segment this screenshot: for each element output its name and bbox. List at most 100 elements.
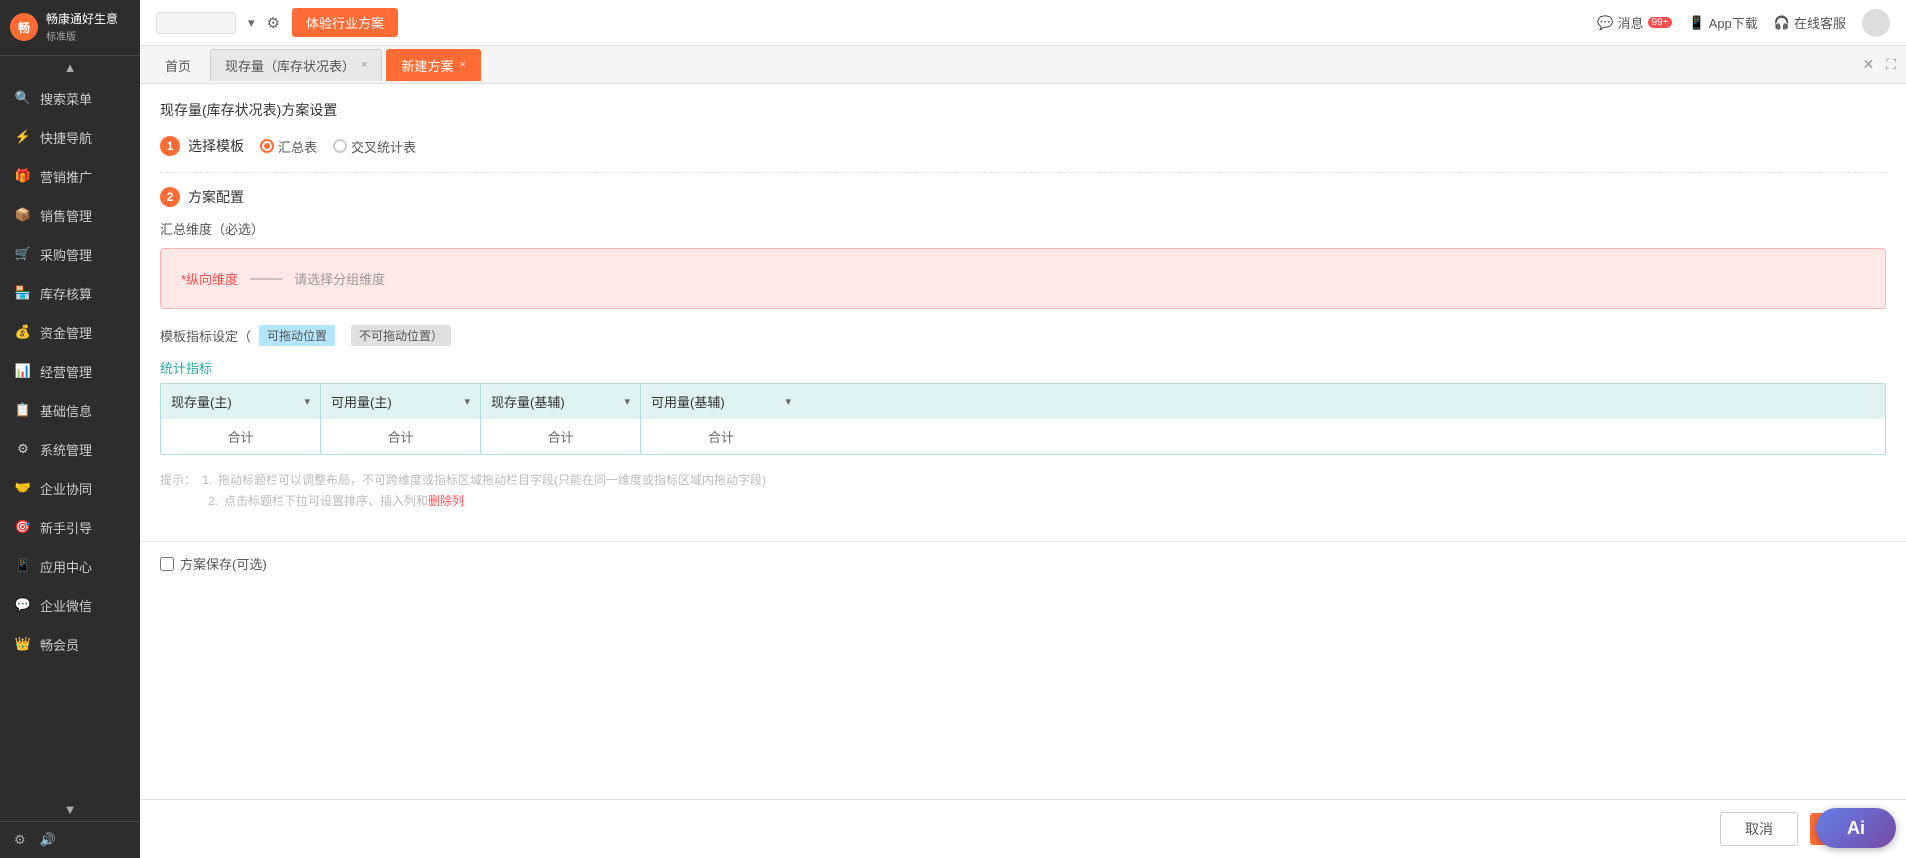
cancel-button[interactable]: 取消 bbox=[1720, 812, 1798, 846]
user-avatar[interactable] bbox=[1862, 9, 1890, 37]
sidebar-item-basic[interactable]: 📋 基础信息 bbox=[0, 391, 140, 430]
vip-icon: 👑 bbox=[14, 635, 32, 653]
wechat-icon: 💬 bbox=[14, 596, 32, 614]
save-row: 方案保存(可选) bbox=[140, 541, 1906, 585]
sidebar-item-guide[interactable]: 🎯 新手引导 bbox=[0, 508, 140, 547]
stats-col-header-3[interactable]: 现存量(基辅) ▾ bbox=[481, 384, 641, 419]
stats-col-body-1: 合计 bbox=[161, 419, 321, 454]
sidebar-item-enterprise[interactable]: 🤝 企业协同 bbox=[0, 469, 140, 508]
dimension-placeholder: 请选择分组维度 bbox=[294, 269, 385, 288]
sidebar-item-wechat[interactable]: 💬 企业微信 bbox=[0, 586, 140, 625]
col3-header-label: 现存量(基辅) bbox=[491, 392, 565, 411]
finance-icon: 💰 bbox=[14, 323, 32, 341]
topbar-online-service[interactable]: 🎧 在线客服 bbox=[1774, 13, 1846, 32]
stats-title: 统计指标 bbox=[160, 358, 1886, 377]
ai-bubble[interactable]: Ai bbox=[1816, 808, 1896, 848]
col3-dropdown-icon[interactable]: ▾ bbox=[624, 395, 630, 408]
sidebar-item-app-center[interactable]: 📱 应用中心 bbox=[0, 547, 140, 586]
tab-close-all-icon[interactable]: ✕ bbox=[1862, 56, 1874, 73]
sidebar-item-inventory[interactable]: 🏪 库存核算 bbox=[0, 274, 140, 313]
col2-dropdown-icon[interactable]: ▾ bbox=[464, 395, 470, 408]
dimension-arrow: —— bbox=[250, 270, 282, 288]
sidebar-item-sales[interactable]: 📦 销售管理 bbox=[0, 196, 140, 235]
stats-col-body-4: 合计 bbox=[641, 419, 801, 454]
stats-col-header-2[interactable]: 可用量(主) ▾ bbox=[321, 384, 481, 419]
tip-text-2: 点击标题栏下拉可设置排序、插入列和删除列 bbox=[224, 492, 464, 509]
sidebar-item-finance[interactable]: 💰 资金管理 bbox=[0, 313, 140, 352]
sidebar-item-system[interactable]: ⚙ 系统管理 bbox=[0, 430, 140, 469]
dimension-area[interactable]: *纵向维度 —— 请选择分组维度 bbox=[160, 248, 1886, 309]
inventory-icon: 🏪 bbox=[14, 284, 32, 302]
sidebar-item-label: 畅会员 bbox=[40, 635, 79, 654]
stats-col-body-3: 合计 bbox=[481, 419, 641, 454]
tab-new-plan-close-icon[interactable]: × bbox=[459, 59, 465, 71]
topbar-app-download[interactable]: 📱 App下载 bbox=[1688, 13, 1757, 32]
radio-summary-label: 汇总表 bbox=[278, 137, 317, 156]
tab-new-plan[interactable]: 新建方案 × bbox=[386, 49, 480, 81]
section1-number: 1 bbox=[160, 136, 180, 156]
phone-icon: 📱 bbox=[1688, 15, 1704, 31]
stats-col-body-2: 合计 bbox=[321, 419, 481, 454]
sidebar: 畅 畅康通好生意 标准版 ▲ 🔍 搜索菜单 ⚡ 快捷导航 🎁 营销推广 📦 销售… bbox=[0, 0, 140, 858]
stats-col-header-4[interactable]: 可用量(基辅) ▾ bbox=[641, 384, 801, 419]
topbar-search-input[interactable] bbox=[156, 12, 236, 34]
app-version: 标准版 bbox=[46, 28, 118, 43]
marketing-icon: 🎁 bbox=[14, 167, 32, 185]
sidebar-item-label: 应用中心 bbox=[40, 557, 92, 576]
tab-expand-icon[interactable]: ⛶ bbox=[1886, 56, 1896, 73]
section2-label: 方案配置 bbox=[188, 187, 244, 207]
sidebar-scroll-down[interactable]: ▼ bbox=[0, 798, 140, 821]
radio-crosstab-dot bbox=[333, 139, 347, 153]
stats-col-header-1[interactable]: 现存量(主) ▾ bbox=[161, 384, 321, 419]
sidebar-item-purchase[interactable]: 🛒 采购管理 bbox=[0, 235, 140, 274]
sidebar-item-label: 营销推广 bbox=[40, 167, 92, 186]
settings-icon[interactable]: ⚙ bbox=[14, 832, 26, 848]
save-checkbox[interactable] bbox=[160, 557, 174, 571]
sidebar-item-label: 资金管理 bbox=[40, 323, 92, 342]
trial-btn[interactable]: 体验行业方案 bbox=[292, 8, 398, 37]
col1-dropdown-icon[interactable]: ▾ bbox=[304, 395, 310, 408]
topbar-gear-icon[interactable]: ⚙ bbox=[267, 14, 280, 32]
radio-crosstab[interactable]: 交叉统计表 bbox=[333, 137, 416, 156]
section-template: 1 选择模板 汇总表 交叉统计表 bbox=[160, 136, 1886, 156]
sidebar-scroll-up[interactable]: ▲ bbox=[0, 56, 140, 79]
radio-summary-dot bbox=[260, 139, 274, 153]
sidebar-item-marketing[interactable]: 🎁 营销推广 bbox=[0, 157, 140, 196]
tab-inventory-close-icon[interactable]: × bbox=[361, 59, 367, 71]
sidebar-item-search[interactable]: 🔍 搜索菜单 bbox=[0, 79, 140, 118]
volume-icon[interactable]: 🔊 bbox=[40, 832, 56, 848]
topbar-message[interactable]: 💬 消息 99+ bbox=[1597, 13, 1672, 32]
indicator-draggable-tag: 可拖动位置 bbox=[259, 325, 335, 346]
radio-summary[interactable]: 汇总表 bbox=[260, 137, 317, 156]
sidebar-item-label: 快捷导航 bbox=[40, 128, 92, 147]
sidebar-item-operation[interactable]: 📊 经营管理 bbox=[0, 352, 140, 391]
sidebar-item-label: 系统管理 bbox=[40, 440, 92, 459]
tip-num-2: 2. bbox=[160, 492, 218, 509]
sidebar-item-label: 基础信息 bbox=[40, 401, 92, 420]
sidebar-item-vip[interactable]: 👑 畅会员 bbox=[0, 625, 140, 664]
enterprise-icon: 🤝 bbox=[14, 479, 32, 497]
quick-nav-icon: ⚡ bbox=[14, 128, 32, 146]
topbar: ▾ ⚙ 体验行业方案 💬 消息 99+ 📱 App下载 🎧 在线客服 bbox=[140, 0, 1906, 46]
sales-icon: 📦 bbox=[14, 206, 32, 224]
search-menu-icon: 🔍 bbox=[14, 89, 32, 107]
operation-icon: 📊 bbox=[14, 362, 32, 380]
service-label: 在线客服 bbox=[1794, 13, 1846, 32]
sidebar-item-quick-nav[interactable]: ⚡ 快捷导航 bbox=[0, 118, 140, 157]
app-logo-icon: 畅 bbox=[10, 13, 38, 41]
topbar-dropdown-icon[interactable]: ▾ bbox=[248, 15, 255, 31]
section2-number: 2 bbox=[160, 187, 180, 207]
tab-inventory-status[interactable]: 现存量（库存状况表） × bbox=[210, 49, 382, 81]
col4-header-label: 可用量(基辅) bbox=[651, 392, 725, 411]
indicator-setting: 模板指标设定（ 可拖动位置 不可拖动位置） bbox=[160, 325, 1886, 346]
tab-home[interactable]: 首页 bbox=[150, 49, 206, 81]
guide-icon: 🎯 bbox=[14, 518, 32, 536]
topbar-right: 💬 消息 99+ 📱 App下载 🎧 在线客服 bbox=[1597, 9, 1890, 37]
col4-dropdown-icon[interactable]: ▾ bbox=[785, 395, 791, 408]
tab-new-plan-label: 新建方案 bbox=[401, 56, 453, 75]
sidebar-item-label: 采购管理 bbox=[40, 245, 92, 264]
app-center-icon: 📱 bbox=[14, 557, 32, 575]
radio-crosstab-label: 交叉统计表 bbox=[351, 137, 416, 156]
main-area: ▾ ⚙ 体验行业方案 💬 消息 99+ 📱 App下载 🎧 在线客服 首页 bbox=[140, 0, 1906, 858]
tab-home-label: 首页 bbox=[165, 56, 191, 75]
